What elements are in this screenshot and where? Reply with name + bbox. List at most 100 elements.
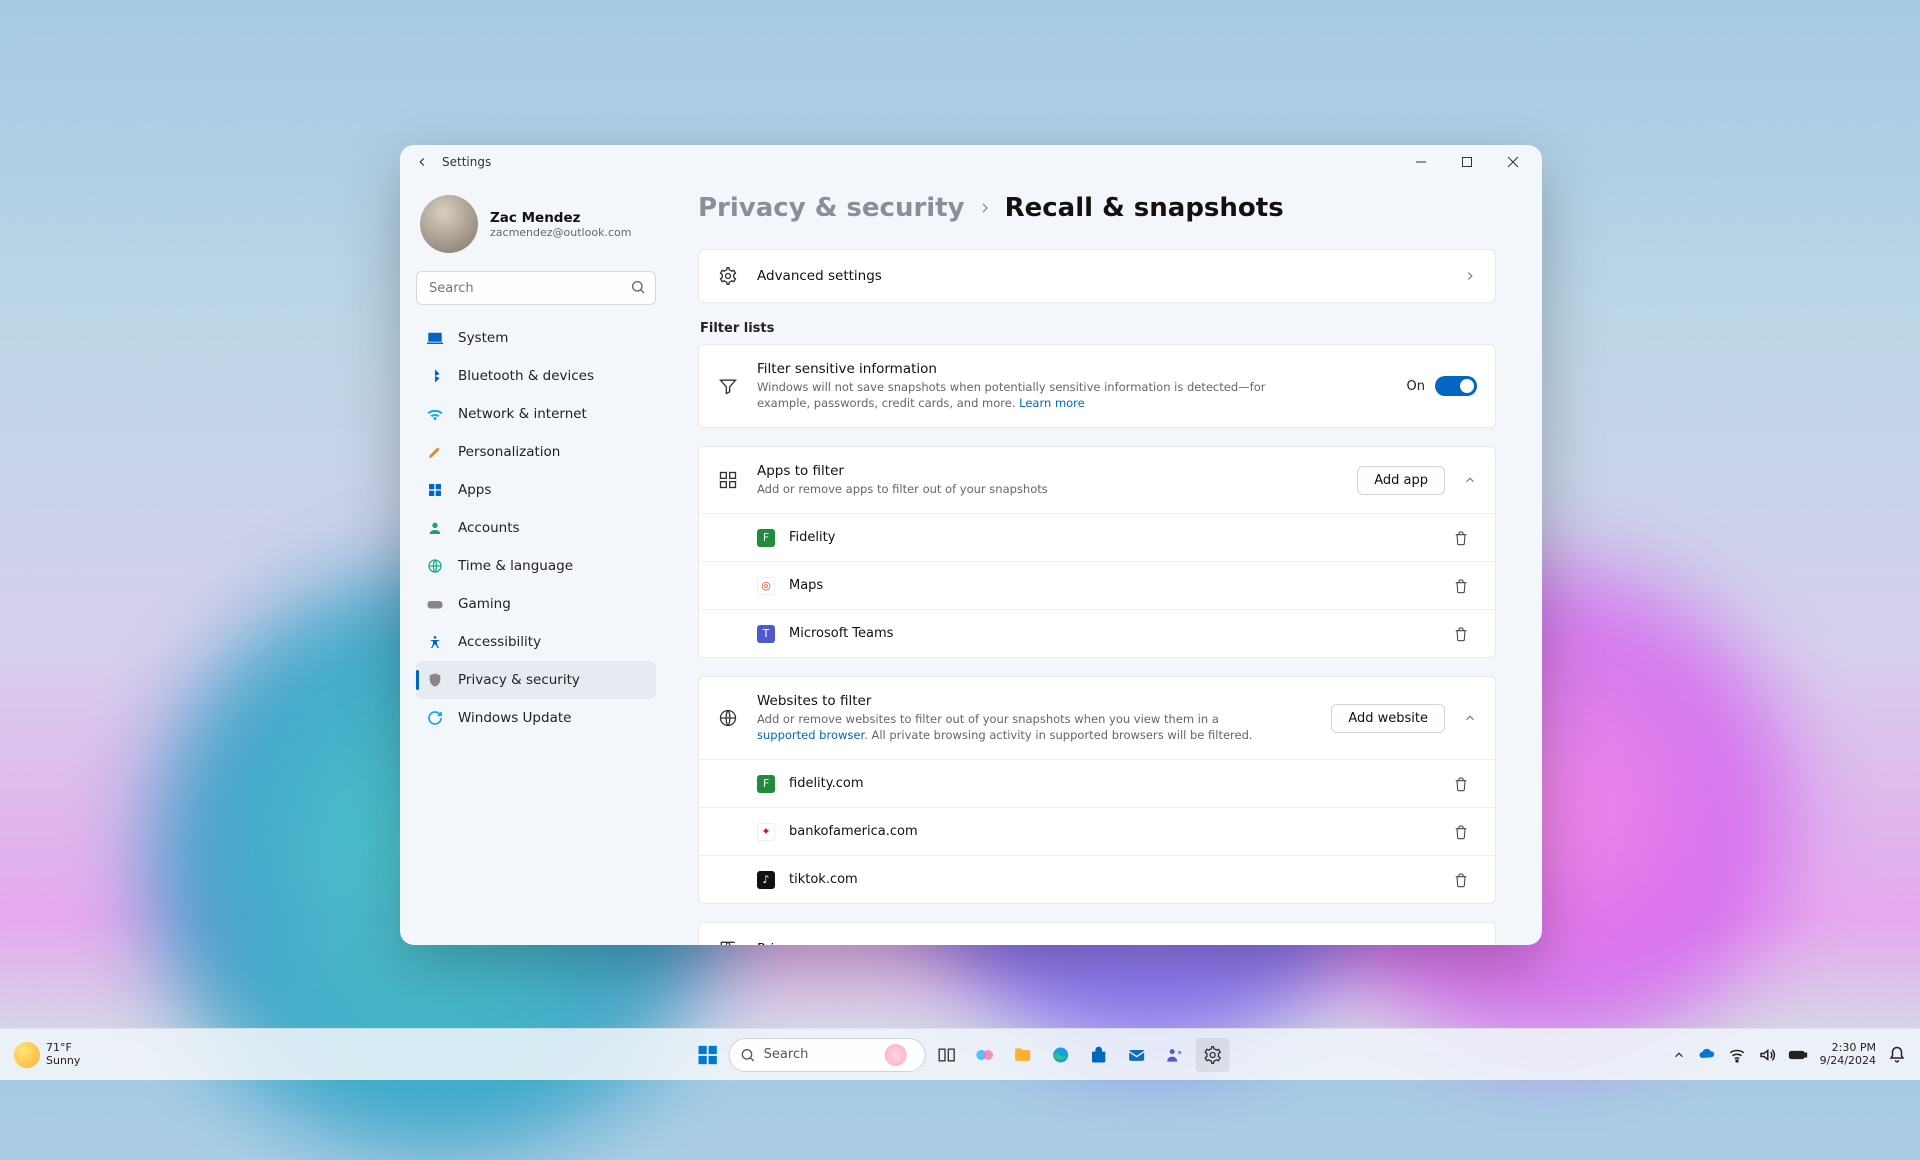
advanced-settings-card[interactable]: Advanced settings xyxy=(698,249,1496,303)
delete-button[interactable] xyxy=(1453,626,1477,642)
delete-button[interactable] xyxy=(1453,530,1477,546)
page-title: Recall & snapshots xyxy=(1005,193,1284,223)
book-icon xyxy=(717,939,739,945)
learn-more-link[interactable]: Learn more xyxy=(1019,396,1085,410)
add-website-button[interactable]: Add website xyxy=(1331,704,1445,733)
site-row: ♪ tiktok.com xyxy=(699,855,1495,903)
site-row: ✦ bankofamerica.com xyxy=(699,807,1495,855)
funnel-icon xyxy=(717,376,739,396)
close-button[interactable] xyxy=(1490,146,1536,178)
toggle-state: On xyxy=(1407,379,1425,394)
outlook-button[interactable] xyxy=(1119,1038,1153,1072)
breadcrumb: Privacy & security Recall & snapshots xyxy=(698,193,1496,223)
avatar xyxy=(420,195,478,253)
maximize-button[interactable] xyxy=(1444,146,1490,178)
teams-button[interactable] xyxy=(1157,1038,1191,1072)
title-bar: Settings xyxy=(400,145,1542,179)
app-row: F Fidelity xyxy=(699,513,1495,561)
window-title: Settings xyxy=(442,155,491,169)
laptop-icon xyxy=(426,329,444,347)
battery-tray-icon[interactable] xyxy=(1788,1045,1808,1065)
chevron-right-icon xyxy=(1463,269,1477,283)
sidebar-item-update[interactable]: Windows Update xyxy=(416,699,656,737)
shield-icon xyxy=(426,671,444,689)
taskbar-search[interactable]: Search xyxy=(729,1038,926,1072)
apps-to-filter-card: Apps to filter Add or remove apps to fil… xyxy=(698,446,1496,658)
back-button[interactable] xyxy=(406,146,438,178)
site-icon: ✦ xyxy=(757,823,775,841)
apps-filter-icon xyxy=(717,470,739,490)
app-row: T Microsoft Teams xyxy=(699,609,1495,657)
search-icon xyxy=(630,279,646,295)
websites-to-filter-card: Websites to filter Add or remove website… xyxy=(698,676,1496,904)
sidebar-item-accounts[interactable]: Accounts xyxy=(416,509,656,547)
content: Privacy & security Recall & snapshots Ad… xyxy=(668,179,1542,945)
app-icon: F xyxy=(757,529,775,547)
chevron-right-icon xyxy=(977,200,993,216)
person-icon xyxy=(426,519,444,537)
weather-widget[interactable]: 71°F Sunny xyxy=(0,1042,80,1068)
sidebar-item-bluetooth[interactable]: Bluetooth & devices xyxy=(416,357,656,395)
add-app-button[interactable]: Add app xyxy=(1357,466,1445,495)
site-row: F fidelity.com xyxy=(699,759,1495,807)
profile-name: Zac Mendez xyxy=(490,210,631,226)
sidebar-item-gaming[interactable]: Gaming xyxy=(416,585,656,623)
tray-chevron-icon[interactable] xyxy=(1672,1048,1686,1062)
delete-button[interactable] xyxy=(1453,824,1477,840)
sidebar-item-system[interactable]: System xyxy=(416,319,656,357)
copilot-button[interactable] xyxy=(967,1038,1001,1072)
update-icon xyxy=(426,709,444,727)
start-button[interactable] xyxy=(691,1038,725,1072)
notifications-tray-icon[interactable] xyxy=(1888,1046,1906,1064)
edge-button[interactable] xyxy=(1043,1038,1077,1072)
apps-icon xyxy=(426,481,444,499)
chevron-up-icon[interactable] xyxy=(1463,711,1477,725)
app-icon: T xyxy=(757,625,775,643)
chevron-up-icon[interactable] xyxy=(1463,473,1477,487)
paintbrush-icon xyxy=(426,443,444,461)
section-filter-lists: Filter lists xyxy=(700,321,1496,336)
task-view-button[interactable] xyxy=(929,1038,963,1072)
globe-clock-icon xyxy=(426,557,444,575)
onedrive-tray-icon[interactable] xyxy=(1698,1046,1716,1064)
delete-button[interactable] xyxy=(1453,578,1477,594)
store-button[interactable] xyxy=(1081,1038,1115,1072)
sidebar-item-apps[interactable]: Apps xyxy=(416,471,656,509)
site-icon: ♪ xyxy=(757,871,775,889)
delete-button[interactable] xyxy=(1453,776,1477,792)
taskbar: 71°F Sunny Search 2:30 PM 9/24/2024 xyxy=(0,1028,1920,1080)
profile-block[interactable]: Zac Mendez zacmendez@outlook.com xyxy=(416,189,656,267)
sidebar-item-network[interactable]: Network & internet xyxy=(416,395,656,433)
profile-email: zacmendez@outlook.com xyxy=(490,226,631,239)
search-input[interactable] xyxy=(416,271,656,305)
gamepad-icon xyxy=(426,595,444,613)
wifi-tray-icon[interactable] xyxy=(1728,1046,1746,1064)
sidebar-item-accessibility[interactable]: Accessibility xyxy=(416,623,656,661)
globe-icon xyxy=(717,708,739,728)
delete-button[interactable] xyxy=(1453,872,1477,888)
volume-tray-icon[interactable] xyxy=(1758,1046,1776,1064)
site-icon: F xyxy=(757,775,775,793)
settings-taskbar-button[interactable] xyxy=(1195,1038,1229,1072)
privacy-resources-card[interactable]: Privacy resources xyxy=(698,922,1496,945)
breadcrumb-parent[interactable]: Privacy & security xyxy=(698,193,965,223)
bluetooth-icon xyxy=(426,367,444,385)
filter-sensitive-card: Filter sensitive information Windows wil… xyxy=(698,344,1496,428)
wifi-icon xyxy=(426,405,444,423)
sidebar-item-privacy[interactable]: Privacy & security xyxy=(416,661,656,699)
sidebar-item-time[interactable]: Time & language xyxy=(416,547,656,585)
minimize-button[interactable] xyxy=(1398,146,1444,178)
app-row: ◎ Maps xyxy=(699,561,1495,609)
sidebar: Zac Mendez zacmendez@outlook.com System … xyxy=(400,179,668,945)
app-icon: ◎ xyxy=(757,577,775,595)
explorer-button[interactable] xyxy=(1005,1038,1039,1072)
sun-icon xyxy=(14,1042,40,1068)
settings-window: Settings Zac Mendez zacmendez@outlook.co… xyxy=(400,145,1542,945)
gear-icon xyxy=(717,266,739,286)
sensitive-toggle[interactable] xyxy=(1435,376,1477,396)
accessibility-icon xyxy=(426,633,444,651)
sidebar-item-personalization[interactable]: Personalization xyxy=(416,433,656,471)
clock[interactable]: 2:30 PM 9/24/2024 xyxy=(1820,1042,1876,1067)
supported-browser-link[interactable]: supported browser xyxy=(757,728,864,742)
search-highlight-icon xyxy=(884,1044,906,1066)
